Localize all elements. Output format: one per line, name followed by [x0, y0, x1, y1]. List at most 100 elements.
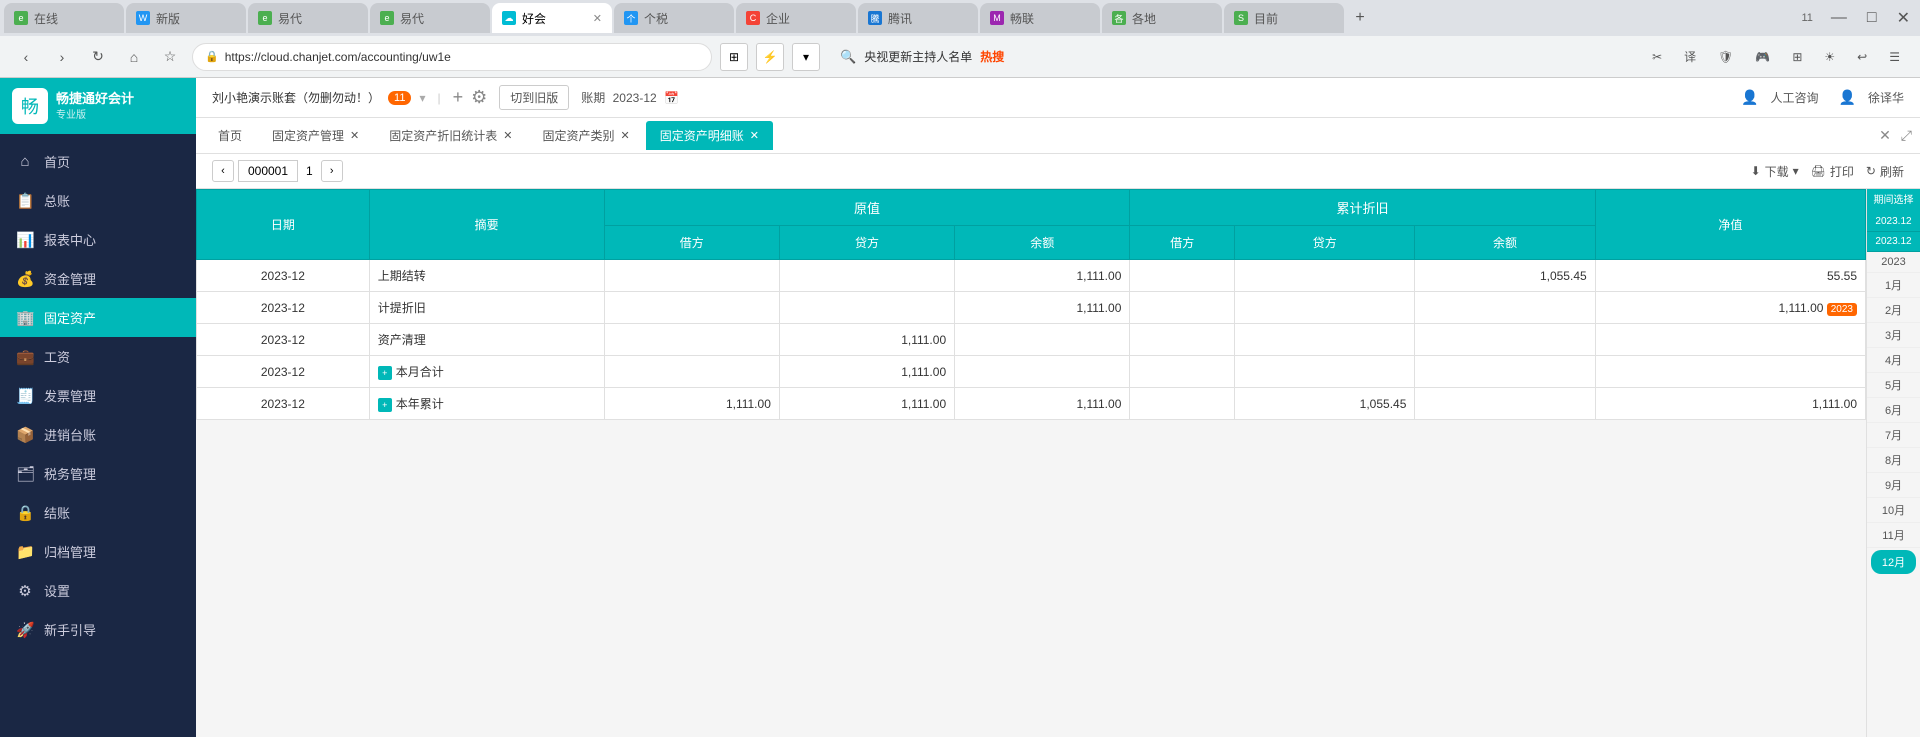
close-tab-icon[interactable]: ✕ — [1879, 127, 1891, 144]
game-icon-btn[interactable]: 🎮 — [1747, 46, 1778, 68]
sidebar-item-home[interactable]: ⌂ 首页 — [0, 142, 196, 181]
close-tab-fixed-asset-category[interactable]: ✕ — [621, 129, 630, 142]
table-row[interactable]: 2023-12 上期结转 1,111.00 1,055.45 55.55 — [197, 260, 1866, 292]
browser-tab-6[interactable]: 个 个税 — [614, 3, 734, 33]
qr-button[interactable]: ⊞ — [720, 43, 748, 71]
support-label[interactable]: 人工咨询 — [1771, 89, 1819, 106]
table-row[interactable]: 2023-12 资产清理 1,111.00 — [197, 324, 1866, 356]
sidebar-item-salary[interactable]: 💼 工资 — [0, 337, 196, 376]
switch-version-button[interactable]: 切到旧版 — [499, 85, 569, 110]
sidebar-item-invoice[interactable]: 🧾 发票管理 — [0, 376, 196, 415]
cut-icon-btn[interactable]: ✂︎ — [1644, 46, 1670, 68]
maximize-button[interactable]: □ — [1861, 9, 1883, 27]
period-item-mar[interactable]: 3月 — [1867, 323, 1920, 348]
dropdown-button[interactable]: ▾ — [792, 43, 820, 71]
period-selector-panel: 期间选择 2023.12 2023.12 2023 1月 2月 3月 4月 5月… — [1866, 189, 1920, 737]
refresh-label: 刷新 — [1880, 163, 1904, 180]
browser-tab-8[interactable]: 騰 腾讯 — [858, 3, 978, 33]
translate-icon-btn[interactable]: 译 — [1676, 44, 1704, 69]
reload-button[interactable]: ↻ — [84, 43, 112, 71]
period-item-oct[interactable]: 10月 — [1867, 498, 1920, 523]
sidebar-item-tax[interactable]: 🗂 税务管理 — [0, 454, 196, 493]
sidebar-item-purchase-sale[interactable]: 📦 进销台账 — [0, 415, 196, 454]
bookmark-button[interactable]: ☆ — [156, 43, 184, 71]
period-item-sep[interactable]: 9月 — [1867, 473, 1920, 498]
browser-tab-7[interactable]: C 企业 — [736, 3, 856, 33]
close-window-button[interactable]: ✕ — [1891, 8, 1916, 28]
shield-icon-btn[interactable]: 🛡 — [1710, 46, 1741, 68]
table-row[interactable]: 2023-12 +本年累计 1,111.00 1,111.00 1,111.00… — [197, 388, 1866, 420]
browser-tab-11[interactable]: S 目前 — [1224, 3, 1344, 33]
refresh-action[interactable]: ↻ 刷新 — [1866, 163, 1904, 180]
browser-tab-5[interactable]: ☁ 好会 ✕ — [492, 3, 612, 33]
tab-close-5[interactable]: ✕ — [593, 12, 602, 25]
username-label[interactable]: 徐译华 — [1868, 89, 1904, 106]
browser-tab-3[interactable]: e 易代 — [248, 3, 368, 33]
sidebar-item-settings[interactable]: ⚙ 设置 — [0, 571, 196, 610]
minimize-button[interactable]: — — [1825, 9, 1853, 27]
browser-tab-4[interactable]: e 易代 — [370, 3, 490, 33]
period-item-aug[interactable]: 8月 — [1867, 448, 1920, 473]
period-item-feb[interactable]: 2月 — [1867, 298, 1920, 323]
table-row[interactable]: 2023-12 计提折旧 1,111.00 1,111.00 2023 — [197, 292, 1866, 324]
purchase-sale-icon: 📦 — [16, 426, 34, 444]
table-wrapper[interactable]: 日期 摘要 原值 累计折旧 净值 借方 贷方 余额 借方 — [196, 189, 1866, 737]
address-bar[interactable]: 🔒 https://cloud.chanjet.com/accounting/u… — [192, 43, 712, 71]
boost-button[interactable]: ⚡ — [756, 43, 784, 71]
browser-tab-2[interactable]: W 新版 — [126, 3, 246, 33]
grid-icon-btn[interactable]: ⊞ — [1784, 46, 1810, 68]
period-item-jul[interactable]: 7月 — [1867, 423, 1920, 448]
period-item-jun[interactable]: 6月 — [1867, 398, 1920, 423]
period-item-1[interactable]: 2023.12 — [1867, 232, 1920, 252]
browser-tab-1[interactable]: e 在线 — [4, 3, 124, 33]
period-item-may[interactable]: 5月 — [1867, 373, 1920, 398]
expand-tab-icon[interactable]: ⤢ — [1901, 127, 1912, 144]
account-dropdown-icon[interactable]: ▾ — [419, 91, 425, 105]
page-next-button[interactable]: › — [321, 160, 343, 182]
cell-accum-balance-0: 1,055.45 — [1415, 260, 1595, 292]
download-action[interactable]: ⬇ 下载 ▾ — [1751, 163, 1799, 180]
page-tab-depreciation-stats[interactable]: 固定资产折旧统计表 ✕ — [375, 121, 526, 150]
browser-tab-9[interactable]: M 畅联 — [980, 3, 1100, 33]
forward-button[interactable]: › — [48, 43, 76, 71]
page-tab-fixed-asset-category[interactable]: 固定资产类别 ✕ — [528, 121, 643, 150]
period-item-0[interactable]: 2023.12 — [1867, 212, 1920, 232]
page-tab-fixed-asset-mgmt[interactable]: 固定资产管理 ✕ — [258, 121, 373, 150]
sidebar-item-fixed-asset[interactable]: 🏢 固定资产 — [0, 298, 196, 337]
back-button[interactable]: ‹ — [12, 43, 40, 71]
table-row[interactable]: 2023-12 +本月合计 1,111.00 — [197, 356, 1866, 388]
close-tab-fixed-asset-mgmt[interactable]: ✕ — [350, 129, 359, 142]
undo-icon-btn[interactable]: ↩ — [1849, 46, 1875, 68]
menu-icon-btn[interactable]: ☰ — [1881, 46, 1908, 68]
print-action[interactable]: 🖨 打印 — [1811, 163, 1854, 180]
period-item-year[interactable]: 2023 — [1867, 252, 1920, 273]
browser-tab-10[interactable]: 各 各地 — [1102, 3, 1222, 33]
sidebar-item-guide[interactable]: 🚀 新手引导 — [0, 610, 196, 649]
period-item-nov[interactable]: 11月 — [1867, 523, 1920, 548]
sidebar-item-closing[interactable]: 🔒 结账 — [0, 493, 196, 532]
settings-icon-btn[interactable]: ☀ — [1816, 46, 1843, 68]
period-item-apr[interactable]: 4月 — [1867, 348, 1920, 373]
sidebar-item-report[interactable]: 📊 报表中心 — [0, 220, 196, 259]
page-tab-fixed-asset-detail[interactable]: 固定资产明细账 ✕ — [646, 121, 773, 150]
period-item-jan[interactable]: 1月 — [1867, 273, 1920, 298]
close-tab-depreciation-stats[interactable]: ✕ — [503, 129, 512, 142]
col-header-accumulated-depreciation: 累计折旧 — [1130, 190, 1595, 226]
sidebar-item-fund[interactable]: 💰 资金管理 — [0, 259, 196, 298]
page-number-input[interactable] — [238, 160, 298, 182]
sidebar-item-ledger[interactable]: 📋 总账 — [0, 181, 196, 220]
calendar-icon[interactable]: 📅 — [664, 91, 679, 105]
close-tab-fixed-asset-detail[interactable]: ✕ — [750, 129, 759, 142]
period-item-dec[interactable]: 12月 — [1871, 550, 1916, 574]
page-prev-button[interactable]: ‹ — [212, 160, 234, 182]
account-settings-button[interactable]: ⚙ — [471, 87, 487, 108]
download-dropdown-icon: ▾ — [1793, 164, 1799, 178]
home-button[interactable]: ⌂ — [120, 43, 148, 71]
add-account-button[interactable]: + — [453, 87, 464, 108]
fund-icon: 💰 — [16, 270, 34, 288]
new-tab-button[interactable]: + — [1346, 4, 1374, 32]
sidebar-nav: ⌂ 首页 📋 总账 📊 报表中心 💰 资金管理 🏢 固定资产 💼 工资 — [0, 134, 196, 737]
period-selector-header: 期间选择 — [1867, 189, 1920, 212]
page-tab-home[interactable]: 首页 — [204, 121, 256, 150]
sidebar-item-archive[interactable]: 📁 归档管理 — [0, 532, 196, 571]
